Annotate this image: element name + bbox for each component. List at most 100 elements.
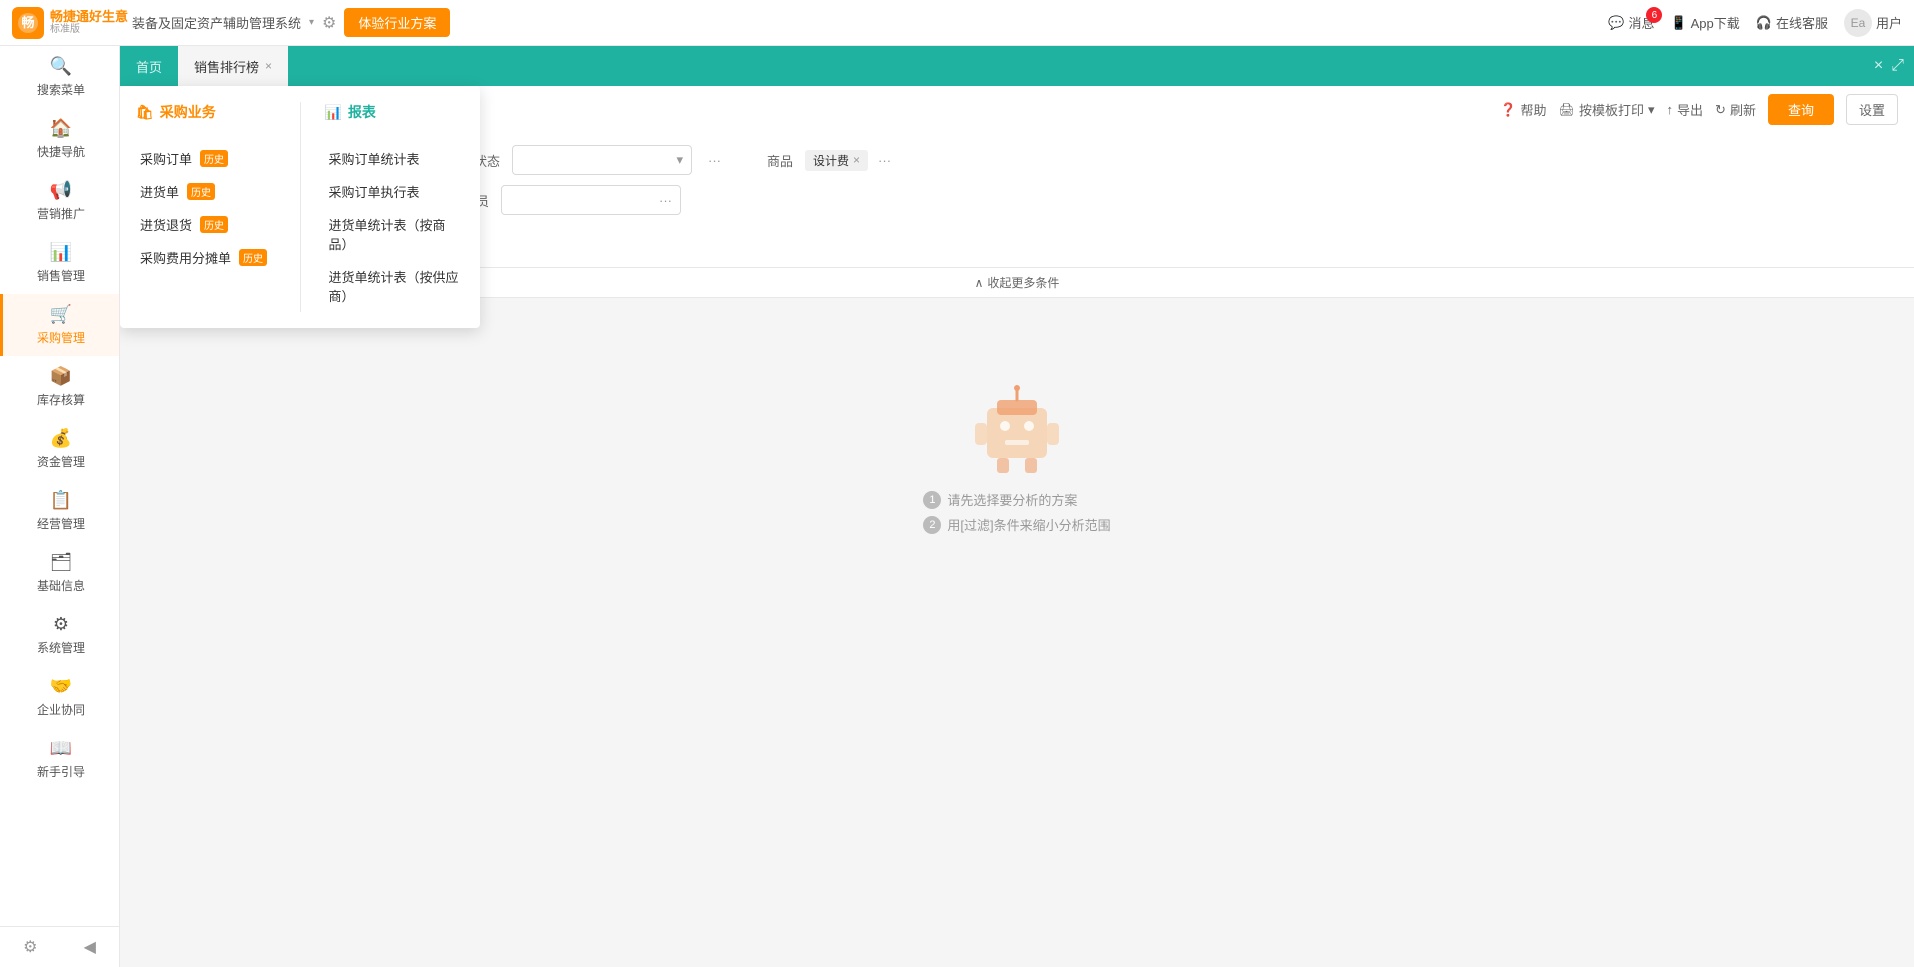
tab-home-label: 首页 [136,57,162,76]
menu-item-order-exec[interactable]: 采购订单执行表 [325,175,465,208]
refresh-button[interactable]: ↻ 刷新 [1715,100,1756,119]
empty-tip-2: 2 用[过滤]条件来缩小分析范围 [923,515,1110,534]
menu-item-purchase-return-label: 进货退货 [140,215,192,234]
tip-num-2: 2 [923,516,941,534]
goods-filter-area: 设计费 × ··· [805,150,891,171]
export-label: 导出 [1677,100,1703,119]
sidebar-label-guide: 新手引导 [37,763,85,780]
message-icon: 💬 [1608,15,1624,31]
menu-item-purchase-receipt-label: 进货单 [140,182,179,201]
sidebar-item-operations[interactable]: 📋 经营管理 [0,480,119,542]
sys-title-area: 装备及固定资产辅助管理系统 ▾ ⚙ 体验行业方案 [132,8,1608,37]
goods-more[interactable]: ··· [878,153,891,168]
content-area: 首页 销售排行榜 × × ⤢ ❓ 帮助 🖨 按模板打印 [120,46,1914,967]
menu-item-purchase-receipt[interactable]: 进货单 历史 [136,175,276,208]
sidebar-item-sales[interactable]: 📊 销售管理 [0,232,119,294]
sidebar-item-guide[interactable]: 📖 新手引导 [0,728,119,790]
svg-text:畅: 畅 [21,15,34,30]
help-button[interactable]: ❓ 帮助 [1500,100,1546,119]
print-button[interactable]: 🖨 按模板打印 ▾ [1558,100,1654,119]
marketing-icon: 📢 [50,180,72,201]
menu-item-receipt-stat-goods-label: 进货单统计表（按商品） [329,215,461,253]
print-icon: 🖨 [1558,102,1575,118]
tab-close-all-icon[interactable]: × [1874,57,1883,75]
menu-item-receipt-stat-goods[interactable]: 进货单统计表（按商品） [325,208,465,260]
purchase-section-icon: 🛍 [136,104,154,121]
goods-tag-label: 设计费 [813,152,849,169]
tab-bar-actions: × ⤢ [1864,57,1914,75]
reports-section-label: 报表 [348,102,376,122]
sidebar-collapse-icon[interactable]: ◀ [84,937,96,957]
menu-item-purchase-return[interactable]: 进货退货 历史 [136,208,276,241]
menu-item-purchase-expense[interactable]: 采购费用分摊单 历史 [136,241,276,274]
sidebar-item-finance[interactable]: 💰 资金管理 [0,418,119,480]
salesperson-input[interactable]: ··· [501,185,681,215]
tab-expand-icon[interactable]: ⤢ [1891,57,1904,75]
order-status-input[interactable]: ▾ [512,145,692,175]
sidebar-item-inventory[interactable]: 📦 库存核算 [0,356,119,418]
message-button[interactable]: 💬 消息 6 [1608,13,1654,32]
purchase-dropdown-menu: 🛍 采购业务 采购订单 历史 进货单 历史 进货退货 历史 采购费用分摊单 [120,86,480,328]
sidebar-bottom: ⚙ ◀ [0,926,119,967]
sidebar-item-system[interactable]: ⚙ 系统管理 [0,604,119,666]
settings-button[interactable]: 设置 [1846,94,1898,125]
menu-divider [300,102,301,312]
tab-sales-rank[interactable]: 销售排行榜 × [178,46,288,86]
sidebar-item-search[interactable]: 🔍 搜索菜单 [0,46,119,108]
sidebar-item-enterprise[interactable]: 🤝 企业协同 [0,666,119,728]
online-service-button[interactable]: 🎧 在线客服 [1756,13,1828,32]
sidebar-label-inventory: 库存核算 [37,391,85,408]
sys-title-dropdown-icon[interactable]: ▾ [309,17,314,28]
sidebar-label-operations: 经营管理 [37,515,85,532]
user-menu-button[interactable]: Ea 用户 [1844,9,1902,37]
user-label: 用户 [1876,13,1902,32]
sidebar-item-quick-nav[interactable]: 🏠 快捷导航 [0,108,119,170]
menu-item-purchase-expense-badge: 历史 [239,249,267,266]
menu-item-purchase-order-badge: 历史 [200,150,228,167]
empty-state: 1 请先选择要分析的方案 2 用[过滤]条件来缩小分析范围 [120,298,1914,614]
reports-section-title: 📊 报表 [325,102,465,130]
app-download-button[interactable]: 📱 App下载 [1670,13,1739,32]
menu-item-purchase-order[interactable]: 采购订单 历史 [136,142,276,175]
main-layout: 🔍 搜索菜单 🏠 快捷导航 📢 营销推广 📊 销售管理 🛒 采购管理 📦 库存核… [0,46,1914,967]
sidebar-label-basic-info: 基础信息 [37,577,85,594]
menu-item-purchase-receipt-badge: 历史 [187,183,215,200]
logo-area: 畅 畅捷通好生意 标准版 [12,7,132,39]
avatar: Ea [1844,9,1872,37]
menu-item-receipt-stat-supplier-label: 进货单统计表（按供应商） [329,267,461,305]
sidebar-item-purchase[interactable]: 🛒 采购管理 [0,294,119,356]
trial-button[interactable]: 体验行业方案 [344,8,450,37]
export-button[interactable]: ↑ 导出 [1667,100,1704,119]
reports-menu-section: 📊 报表 采购订单统计表 采购订单执行表 进货单统计表（按商品） 进货单统计表（… [325,102,465,312]
goods-tag: 设计费 × [805,150,868,171]
sidebar: 🔍 搜索菜单 🏠 快捷导航 📢 营销推广 📊 销售管理 🛒 采购管理 📦 库存核… [0,46,120,967]
menu-item-order-stat[interactable]: 采购订单统计表 [325,142,465,175]
salesperson-ellipsis[interactable]: ··· [659,193,672,208]
print-label: 按模板打印 [1579,100,1644,119]
tip-text-1: 请先选择要分析的方案 [947,490,1077,509]
goods-tag-close[interactable]: × [853,153,860,167]
reports-section-icon: 📊 [325,104,342,121]
basic-info-icon: 🗂 [50,552,73,573]
mobile-icon: 📱 [1670,15,1686,31]
menu-item-receipt-stat-supplier[interactable]: 进货单统计表（按供应商） [325,260,465,312]
query-button[interactable]: 查询 [1768,94,1834,125]
enterprise-icon: 🤝 [50,676,72,697]
sidebar-item-marketing[interactable]: 📢 营销推广 [0,170,119,232]
tab-home[interactable]: 首页 [120,46,178,86]
tab-sales-rank-label: 销售排行榜 [194,57,259,76]
purchase-section-label: 采购业务 [160,102,216,122]
print-dropdown-icon[interactable]: ▾ [1648,102,1655,118]
collapse-up-icon: ∧ [975,276,984,290]
empty-tips: 1 请先选择要分析的方案 2 用[过滤]条件来缩小分析范围 [923,490,1110,534]
menu-item-order-stat-label: 采购订单统计表 [329,149,420,168]
sidebar-settings-icon[interactable]: ⚙ [23,937,37,957]
sales-icon: 📊 [50,242,72,263]
sys-settings-icon[interactable]: ⚙ [322,13,336,33]
help-icon: ❓ [1500,102,1516,118]
sys-title-text: 装备及固定资产辅助管理系统 [132,13,301,32]
order-status-more[interactable]: ··· [708,153,721,168]
tab-close-icon[interactable]: × [265,59,272,73]
sidebar-item-basic-info[interactable]: 🗂 基础信息 [0,542,119,604]
menu-item-purchase-expense-label: 采购费用分摊单 [140,248,231,267]
